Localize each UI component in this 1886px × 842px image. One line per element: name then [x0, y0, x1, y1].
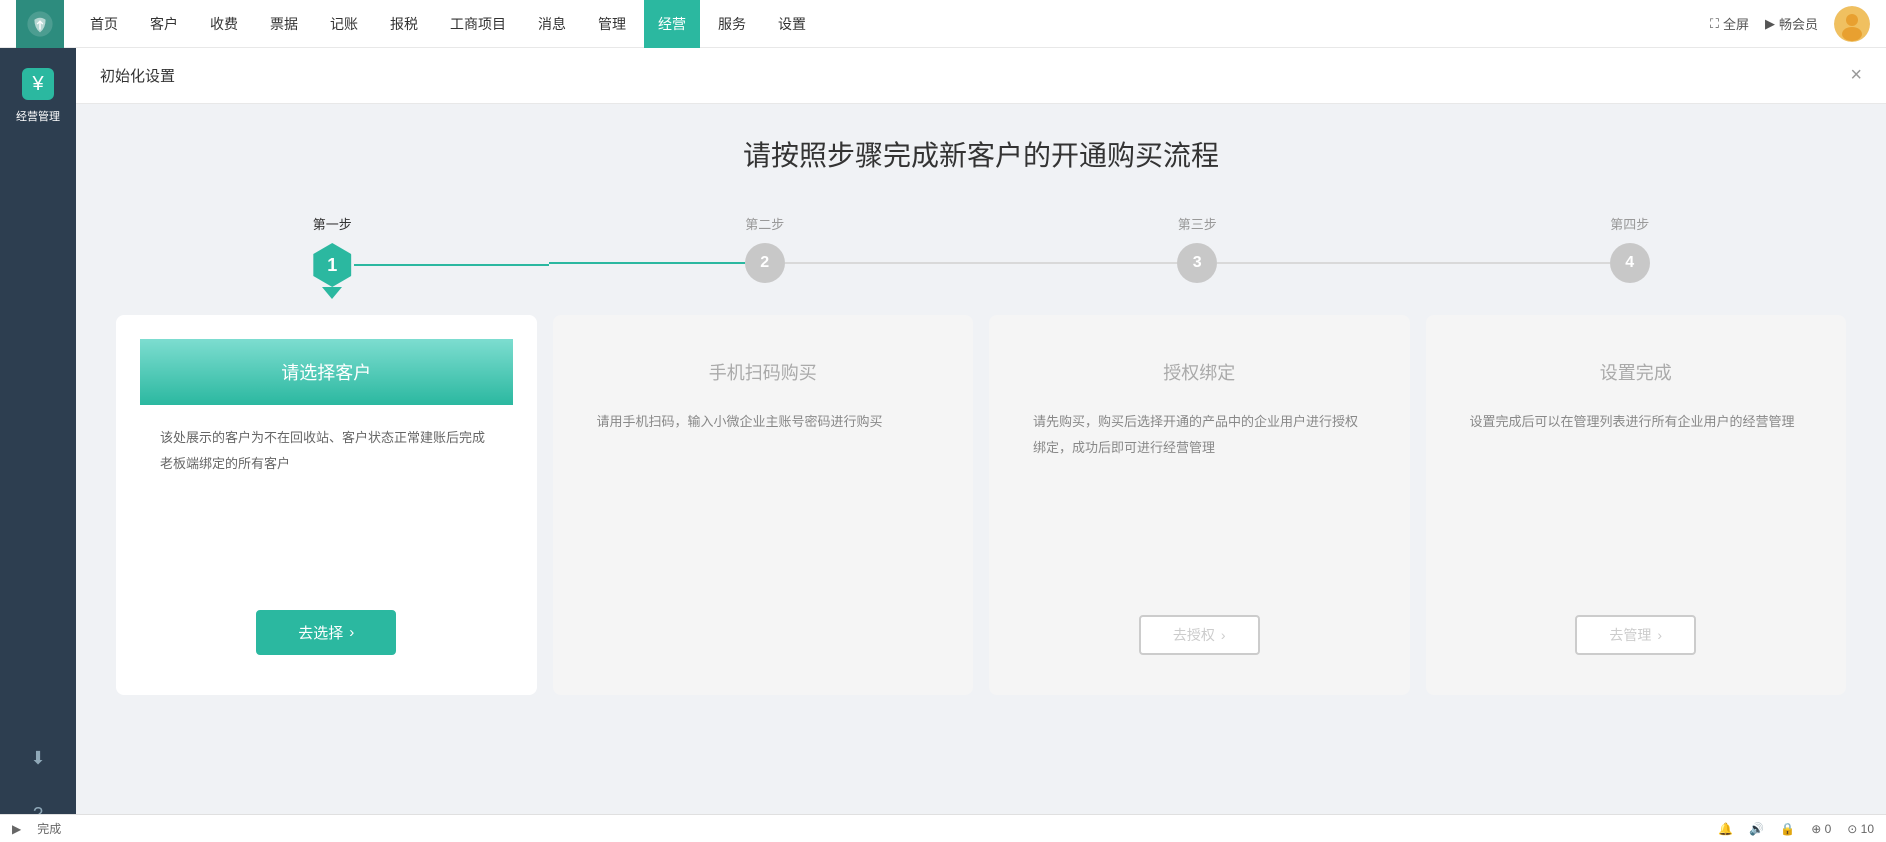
card-3-footer: 去授权 › [1013, 599, 1386, 671]
nav-account[interactable]: 记账 [316, 0, 372, 48]
step-1-wrapper: 第一步 1 [116, 214, 549, 299]
lock-icon: 🔒 [1780, 822, 1795, 836]
status-bar-right: 🔔 🔊 🔒 ⊕ 0 ⊙ 10 [1718, 822, 1874, 836]
step-3-wrapper: 第三步 3 [981, 214, 1414, 283]
step-1-pointer [322, 287, 342, 299]
sidebar-item-operation[interactable]: ¥ 经营管理 [0, 56, 76, 136]
card-4-footer: 去管理 › [1450, 599, 1823, 671]
nav-bill[interactable]: 票据 [256, 0, 312, 48]
card-4: 设置完成 设置完成后可以在管理列表进行所有企业用户的经营管理 去管理 › [1426, 315, 1847, 695]
step-3-label: 第三步 [1178, 214, 1217, 233]
step-2-label: 第二步 [745, 214, 784, 233]
count-10: ⊙ 10 [1847, 822, 1874, 836]
vip-btn[interactable]: ▶ 畅会员 [1765, 14, 1818, 33]
sidebar-download[interactable]: ⬇ [22, 730, 54, 786]
step-4-wrapper: 第四步 4 [1414, 214, 1847, 283]
card-1-header: 请选择客户 [140, 339, 513, 405]
card-3-header: 授权绑定 [1013, 339, 1386, 401]
nav-settings[interactable]: 设置 [764, 0, 820, 48]
volume-icon: 🔊 [1749, 822, 1764, 836]
logo [16, 0, 64, 48]
nav-business[interactable]: 工商项目 [436, 0, 520, 48]
main-title: 请按照步骤完成新客户的开通购买流程 [116, 134, 1846, 174]
card-1: 请选择客户 该处展示的客户为不在回收站、客户状态正常建账后完成老板端绑定的所有客… [116, 315, 537, 695]
nav-tax[interactable]: 报税 [376, 0, 432, 48]
card-2-body: 请用手机扫码，输入小微企业主账号密码进行购买 [577, 401, 950, 671]
download-icon: ⬇ [22, 742, 54, 774]
nav-message[interactable]: 消息 [524, 0, 580, 48]
main-layout: ¥ 经营管理 ⬇ ? 初始化设置 × 请按照步骤完成新客户的开通购买流程 [0, 48, 1886, 842]
content-area: 请按照步骤完成新客户的开通购买流程 第一步 1 [76, 104, 1886, 725]
card-4-title: 设置完成 [1600, 363, 1672, 383]
step-3-circle-row: 3 [981, 243, 1414, 283]
card-4-body: 设置完成后可以在管理列表进行所有企业用户的经营管理 [1450, 401, 1823, 599]
card-1-btn-arrow: › [349, 624, 354, 641]
card-1-body: 该处展示的客户为不在回收站、客户状态正常建账后完成老板端绑定的所有客户 [140, 405, 513, 594]
card-3-title: 授权绑定 [1163, 363, 1235, 383]
page-title: 初始化设置 [100, 65, 175, 86]
nav-fee[interactable]: 收费 [196, 0, 252, 48]
vip-label: 畅会员 [1779, 14, 1818, 33]
card-1-title: 请选择客户 [281, 363, 371, 383]
card-1-footer: 去选择 › [140, 594, 513, 671]
card-3-body: 请先购买，购买后选择开通的产品中的企业用户进行授权绑定，成功后即可进行经营管理 [1013, 401, 1386, 599]
fullscreen-icon: ⛶ [1710, 16, 1719, 32]
card-3-btn-label: 去授权 [1173, 625, 1215, 645]
sidebar: ¥ 经营管理 ⬇ ? [0, 48, 76, 842]
card-2-header: 手机扫码购买 [577, 339, 950, 401]
step-1-label: 第一步 [313, 214, 352, 233]
status-label: 完成 [37, 820, 61, 837]
operation-icon: ¥ [22, 68, 54, 100]
play-btn[interactable]: ▶ [12, 822, 21, 836]
step-4-label: 第四步 [1610, 214, 1649, 233]
page-header: 初始化设置 × [76, 48, 1886, 104]
step-3-circle: 3 [1177, 243, 1217, 283]
steps-row: 第一步 1 第二步 [116, 214, 1846, 299]
card-1-btn[interactable]: 去选择 › [256, 610, 396, 655]
card-3-btn-arrow: › [1221, 627, 1226, 643]
card-3: 授权绑定 请先购买，购买后选择开通的产品中的企业用户进行授权绑定，成功后即可进行… [989, 315, 1410, 695]
nav-manage[interactable]: 管理 [584, 0, 640, 48]
nav-client[interactable]: 客户 [136, 0, 192, 48]
nav-service[interactable]: 服务 [704, 0, 760, 48]
user-avatar[interactable] [1834, 6, 1870, 42]
step-1-circle: 1 [310, 243, 354, 287]
card-3-btn[interactable]: 去授权 › [1139, 615, 1260, 655]
sidebar-item-label: 经营管理 [16, 108, 60, 124]
step-2-circle-row: 2 [549, 243, 982, 283]
bell-icon: 🔔 [1718, 822, 1733, 836]
card-2: 手机扫码购买 请用手机扫码，输入小微企业主账号密码进行购买 [553, 315, 974, 695]
card-1-btn-label: 去选择 [298, 622, 343, 643]
step-4-circle-row: 4 [1414, 243, 1847, 283]
fullscreen-btn[interactable]: ⛶ 全屏 [1710, 14, 1749, 33]
count-0: ⊕ 0 [1811, 822, 1831, 836]
card-4-btn-label: 去管理 [1609, 625, 1651, 645]
card-2-title: 手机扫码购买 [709, 363, 817, 383]
nav-operation[interactable]: 经营 [644, 0, 700, 48]
step-2-circle: 2 [745, 243, 785, 283]
step-2-wrapper: 第二步 2 [549, 214, 982, 283]
card-4-header: 设置完成 [1450, 339, 1823, 401]
card-4-btn-arrow: › [1657, 627, 1662, 643]
cards-row: 请选择客户 该处展示的客户为不在回收站、客户状态正常建账后完成老板端绑定的所有客… [116, 315, 1846, 695]
step-4-circle: 4 [1610, 243, 1650, 283]
play-icon: ▶ [1765, 16, 1775, 32]
top-nav: 首页 客户 收费 票据 记账 报税 工商项目 消息 管理 经营 服务 设置 ⛶ … [0, 0, 1886, 48]
step-1-circle-row: 1 [116, 243, 549, 287]
status-bar: ▶ 完成 🔔 🔊 🔒 ⊕ 0 ⊙ 10 [0, 814, 1886, 842]
nav-home[interactable]: 首页 [76, 0, 132, 48]
card-4-btn[interactable]: 去管理 › [1575, 615, 1696, 655]
main-content: 初始化设置 × 请按照步骤完成新客户的开通购买流程 第一步 1 [76, 48, 1886, 842]
close-button[interactable]: × [1850, 64, 1862, 87]
nav-right: ⛶ 全屏 ▶ 畅会员 [1710, 6, 1870, 42]
fullscreen-label: 全屏 [1723, 14, 1749, 33]
